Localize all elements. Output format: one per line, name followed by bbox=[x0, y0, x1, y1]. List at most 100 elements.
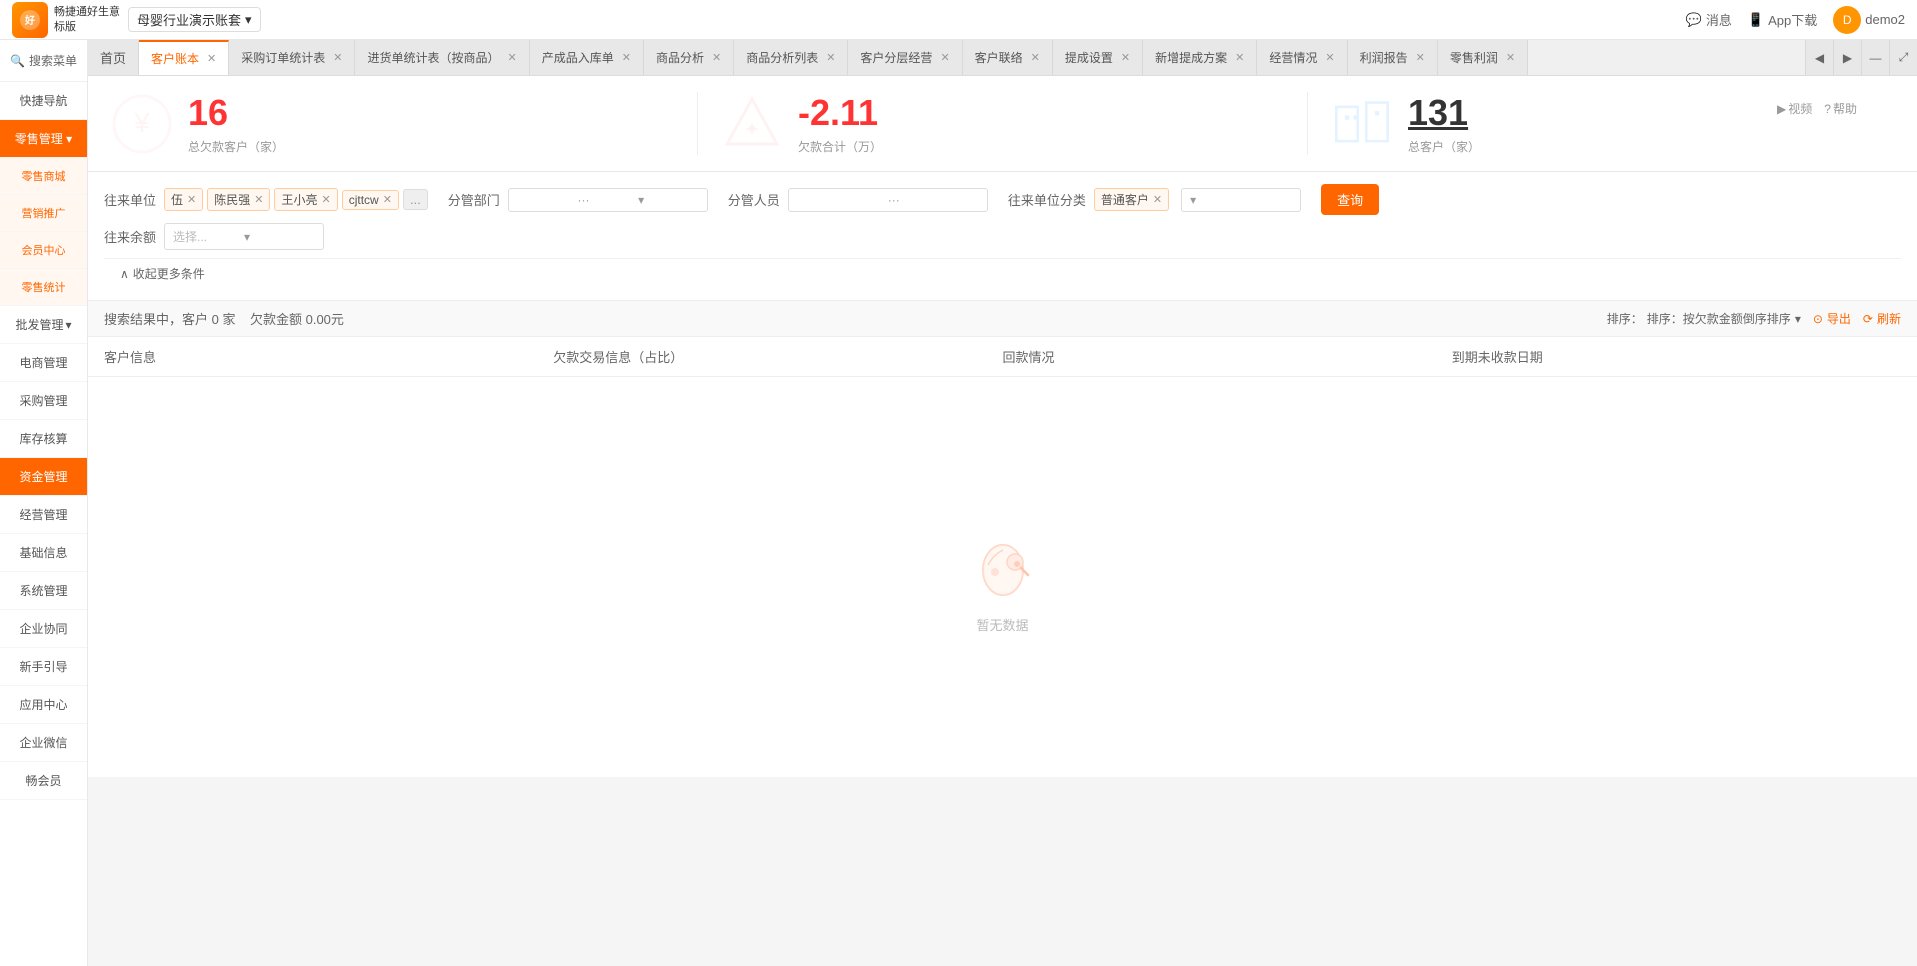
sidebar-item-app-center[interactable]: 应用中心 bbox=[0, 686, 87, 724]
tab-close-icon-8[interactable]: ✕ bbox=[1031, 51, 1040, 64]
retail-stats-label: 零售统计 bbox=[22, 282, 66, 294]
tab-prev-button[interactable]: ◀ bbox=[1805, 40, 1833, 76]
sidebar-item-system[interactable]: 系统管理 bbox=[0, 572, 87, 610]
tab-close-icon-5[interactable]: ✕ bbox=[712, 51, 721, 64]
filter-more-button[interactable]: ... bbox=[403, 189, 428, 210]
phone-icon: 📱 bbox=[1748, 12, 1764, 28]
dept-select[interactable]: ··· ▾ bbox=[508, 188, 708, 212]
tab-inbound-stats[interactable]: 进货单统计表（按商品） ✕ bbox=[355, 40, 529, 76]
tag-2-remove[interactable]: ✕ bbox=[254, 193, 263, 206]
result-bar-right: 排序： 排序：按欠款金额倒序排序 ▾ ⊙ 导出 ⟳ 刷新 bbox=[1607, 310, 1901, 327]
sidebar-item-wechat[interactable]: 企业微信 bbox=[0, 724, 87, 762]
tab-close-icon-11[interactable]: ✕ bbox=[1325, 51, 1334, 64]
app-download-button[interactable]: 📱 App下载 bbox=[1748, 10, 1817, 29]
account-selector[interactable]: 母婴行业演示账套 ▾ bbox=[128, 7, 261, 32]
tab-arrows: ◀ ▶ — ⤢ bbox=[1805, 40, 1917, 76]
tab-customer-contact[interactable]: 客户联络 ✕ bbox=[963, 40, 1053, 76]
tab-minimize-button[interactable]: — bbox=[1861, 40, 1889, 76]
sidebar-item-finance[interactable]: 资金管理 bbox=[0, 458, 87, 496]
svg-text:¥: ¥ bbox=[133, 107, 150, 138]
search-menu-label: 搜索菜单 bbox=[29, 52, 77, 69]
purchase-label: 采购管理 bbox=[19, 394, 67, 408]
sidebar-item-enterprise[interactable]: 企业协同 bbox=[0, 610, 87, 648]
search-menu-button[interactable]: 🔍 搜索菜单 bbox=[8, 48, 79, 73]
tab-purchase-orders[interactable]: 采购订单统计表 ✕ bbox=[229, 40, 355, 76]
tab-product-analysis-list[interactable]: 商品分析列表 ✕ bbox=[734, 40, 848, 76]
sidebar-item-vip[interactable]: 畅会员 bbox=[0, 762, 87, 800]
summary-card-1: ¥ 16 总欠款客户（家） bbox=[88, 92, 698, 155]
video-help-button[interactable]: ▶ 视频 bbox=[1777, 100, 1812, 117]
sidebar-item-purchase[interactable]: 采购管理 bbox=[0, 382, 87, 420]
tab-close-icon-7[interactable]: ✕ bbox=[940, 51, 949, 64]
unit-type-tag-label: 普通客户 bbox=[1101, 191, 1149, 208]
collapse-button[interactable]: ∧ 收起更多条件 bbox=[104, 259, 1901, 288]
query-button[interactable]: 查询 bbox=[1321, 184, 1379, 215]
sidebar-item-quick-nav[interactable]: 快捷导航 bbox=[0, 82, 87, 120]
empty-text: 暂无数据 bbox=[976, 615, 1028, 634]
sidebar-item-ecommerce[interactable]: 电商管理 bbox=[0, 344, 87, 382]
refresh-button[interactable]: ⟳ 刷新 bbox=[1863, 310, 1901, 327]
sidebar-item-members[interactable]: 会员中心 bbox=[0, 232, 87, 269]
tab-expand-button[interactable]: ⤢ bbox=[1889, 40, 1917, 76]
finance-label: 资金管理 bbox=[19, 470, 67, 484]
debt-amount: 0.00元 bbox=[306, 312, 344, 327]
app-center-label: 应用中心 bbox=[19, 698, 67, 712]
svg-text:好: 好 bbox=[24, 14, 35, 27]
tab-close-icon-6[interactable]: ✕ bbox=[826, 51, 835, 64]
tab-close-icon-10[interactable]: ✕ bbox=[1235, 51, 1244, 64]
person-select[interactable]: ··· bbox=[788, 188, 988, 212]
tab-close-icon-13[interactable]: ✕ bbox=[1506, 51, 1515, 64]
tab-close-icon-2[interactable]: ✕ bbox=[333, 51, 342, 64]
table-header: 客户信息 欠款交易信息（占比） 回款情况 到期未收款日期 bbox=[88, 337, 1917, 377]
collapse-label: 收起更多条件 bbox=[133, 265, 205, 282]
tab-raise-settings[interactable]: 提成设置 ✕ bbox=[1053, 40, 1143, 76]
tab-close-icon[interactable]: ✕ bbox=[207, 52, 216, 65]
balance-select[interactable]: 选择... ▾ bbox=[164, 223, 324, 250]
sidebar-item-retail-mall[interactable]: 零售商城 bbox=[0, 158, 87, 195]
tab-close-icon-12[interactable]: ✕ bbox=[1416, 51, 1425, 64]
page-content: ¥ 16 总欠款客户（家） ✦ bbox=[88, 76, 1917, 966]
tab-cost-inbound[interactable]: 产成品入库单 ✕ bbox=[530, 40, 644, 76]
sidebar-item-new-guide[interactable]: 新手引导 bbox=[0, 648, 87, 686]
tab-close-icon-9[interactable]: ✕ bbox=[1121, 51, 1130, 64]
tab-product-analysis[interactable]: 商品分析 ✕ bbox=[644, 40, 734, 76]
tab-close-icon-4[interactable]: ✕ bbox=[622, 51, 631, 64]
help-button[interactable]: ? 帮助 bbox=[1824, 100, 1857, 117]
tab-raise-settings-label: 提成设置 bbox=[1065, 49, 1113, 66]
unit-type-select[interactable]: ▾ bbox=[1181, 188, 1301, 212]
tab-business-status[interactable]: 经营情况 ✕ bbox=[1257, 40, 1347, 76]
tab-home[interactable]: 首页 bbox=[88, 40, 139, 76]
export-button[interactable]: ⊙ 导出 bbox=[1813, 310, 1851, 327]
tab-customers[interactable]: 客户账本 ✕ bbox=[139, 40, 229, 76]
tab-close-icon-3[interactable]: ✕ bbox=[508, 51, 517, 64]
chevron-down-icon: ▾ bbox=[245, 12, 252, 28]
sidebar-item-basic-info[interactable]: 基础信息 bbox=[0, 534, 87, 572]
sidebar-item-inventory[interactable]: 库存核算 bbox=[0, 420, 87, 458]
card2-label: 欠款合计（万） bbox=[798, 138, 882, 155]
refresh-icon: ⟳ bbox=[1863, 312, 1873, 326]
user-avatar[interactable]: D demo2 bbox=[1833, 6, 1905, 34]
tab-business-status-label: 经营情况 bbox=[1269, 49, 1317, 66]
export-label: 导出 bbox=[1827, 310, 1851, 327]
message-button[interactable]: 💬 消息 bbox=[1686, 10, 1732, 29]
tab-next-button[interactable]: ▶ bbox=[1833, 40, 1861, 76]
tag-1-remove[interactable]: ✕ bbox=[187, 193, 196, 206]
tab-customer-tier[interactable]: 客户分层经营 ✕ bbox=[848, 40, 962, 76]
sidebar-item-operations[interactable]: 经营管理 bbox=[0, 496, 87, 534]
collapse-up-icon: ∧ bbox=[120, 267, 129, 281]
sidebar-item-retail[interactable]: 零售管理 ▾ bbox=[0, 120, 87, 158]
tag-4-remove[interactable]: ✕ bbox=[383, 193, 392, 206]
filter-tag-3: 王小亮 ✕ bbox=[274, 188, 337, 211]
tab-profit-report[interactable]: 利润报告 ✕ bbox=[1348, 40, 1438, 76]
unit-type-tag-remove[interactable]: ✕ bbox=[1153, 193, 1162, 206]
members-label: 会员中心 bbox=[22, 245, 66, 257]
tab-retail-profit[interactable]: 零售利润 ✕ bbox=[1438, 40, 1528, 76]
chevron-icon: ▾ bbox=[66, 132, 72, 146]
sidebar-item-wholesale[interactable]: 批发管理 ▾ bbox=[0, 306, 87, 344]
sort-select[interactable]: 排序： 排序：按欠款金额倒序排序 ▾ bbox=[1607, 310, 1801, 327]
operations-label: 经营管理 bbox=[19, 508, 67, 522]
tag-3-remove[interactable]: ✕ bbox=[322, 193, 331, 206]
sidebar-item-retail-stats[interactable]: 零售统计 bbox=[0, 269, 87, 306]
sidebar-item-marketing[interactable]: 营销推广 bbox=[0, 195, 87, 232]
tab-new-raise-plan[interactable]: 新增提成方案 ✕ bbox=[1143, 40, 1257, 76]
